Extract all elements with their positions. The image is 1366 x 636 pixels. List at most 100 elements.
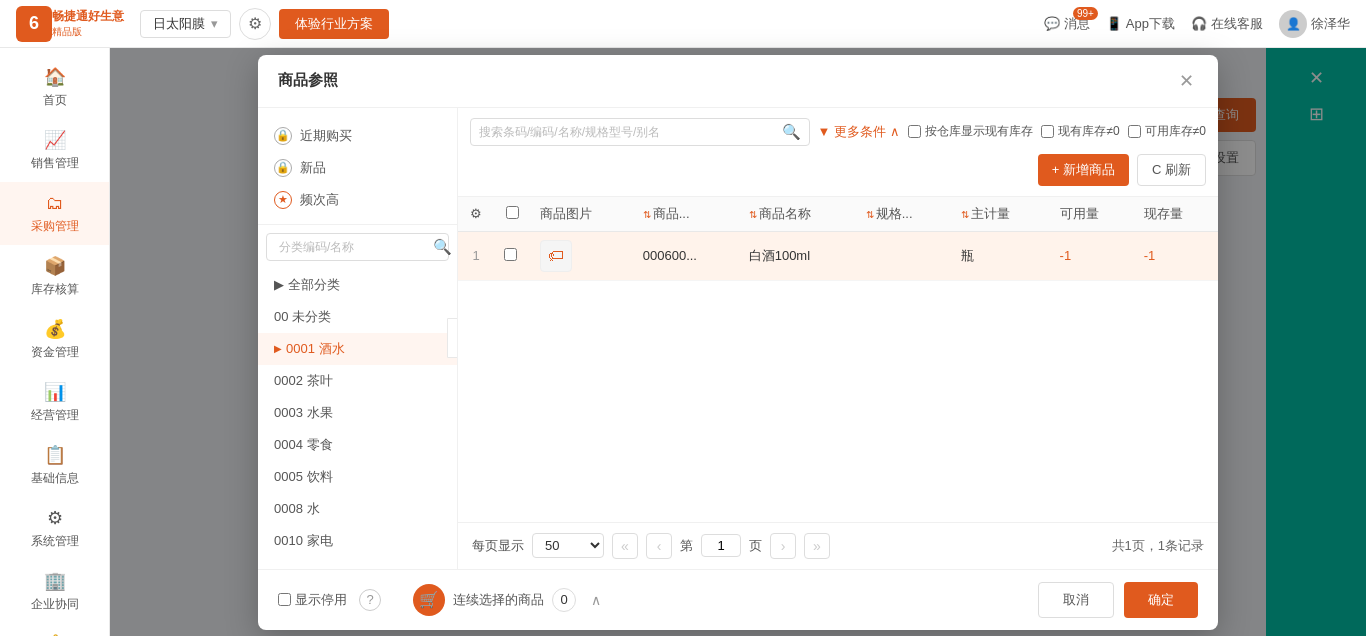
confirm-button[interactable]: 确定 [1124, 582, 1198, 618]
sidebar-item-operation[interactable]: 📊 经营管理 [0, 371, 109, 434]
category-appliances[interactable]: 0010 家电 [258, 525, 457, 557]
app-download-item[interactable]: 📱 App下载 [1106, 15, 1175, 33]
category-arrow-icon: ▶ [274, 343, 282, 354]
sidebar-item-sales[interactable]: 📈 销售管理 [0, 119, 109, 182]
th-image: 商品图片 [530, 197, 633, 232]
check-by-warehouse[interactable]: 按仓库显示现有库存 [908, 123, 1033, 140]
operation-icon: 📊 [44, 381, 66, 403]
product-search-box[interactable]: 🔍 [470, 118, 810, 146]
category-liquor[interactable]: ▶ 0001 酒水 [258, 333, 457, 365]
sidebar-item-purchase[interactable]: 🗂 采购管理 [0, 182, 109, 245]
sidebar-item-system[interactable]: ⚙ 系统管理 [0, 497, 109, 560]
row-available: -1 [1050, 231, 1134, 280]
navbar-right: 💬 消息 99+ 📱 App下载 🎧 在线客服 👤 徐泽华 [1044, 10, 1350, 38]
online-service-item[interactable]: 🎧 在线客服 [1191, 15, 1263, 33]
sidebar-item-home[interactable]: 🏠 首页 [0, 56, 109, 119]
help-icon[interactable]: ? [359, 589, 381, 611]
inventory-icon: 📦 [44, 255, 66, 277]
th-available[interactable]: 可用量 [1050, 197, 1134, 232]
sidebar-item-finance[interactable]: 💰 资金管理 [0, 308, 109, 371]
sidebar-item-guide[interactable]: 🔔 新手引导 [0, 623, 109, 636]
message-icon: 💬 [1044, 16, 1060, 31]
message-item[interactable]: 💬 消息 99+ [1044, 15, 1090, 33]
logo-icon: 6 [16, 6, 52, 42]
cart-label: 连续选择的商品 [453, 591, 544, 609]
th-settings[interactable]: ⚙ [458, 197, 494, 232]
check-usable-stock-input[interactable] [1128, 125, 1141, 138]
category-expand-icon: ▶ [274, 277, 284, 292]
row-image: 🏷 [530, 231, 633, 280]
next-page-button[interactable]: › [770, 533, 796, 559]
user-item[interactable]: 👤 徐泽华 [1279, 10, 1350, 38]
page-size-select[interactable]: 50 100 200 [532, 533, 604, 558]
product-search-input[interactable] [479, 125, 778, 139]
check-available-stock[interactable]: 现有库存≠0 [1041, 123, 1119, 140]
sidebar-item-basics[interactable]: 📋 基础信息 [0, 434, 109, 497]
modal-overlay: 商品参照 ✕ 🔒 近期购买 🔒 [110, 48, 1366, 636]
th-unit[interactable]: ⇅主计量 [951, 197, 1049, 232]
th-spec[interactable]: ⇅规格... [856, 197, 951, 232]
category-unclassified[interactable]: 00 未分类 [258, 301, 457, 333]
show-disabled-label[interactable]: 显示停用 [278, 591, 347, 609]
row-checkbox[interactable] [494, 231, 530, 280]
quick-filter-new[interactable]: 🔒 新品 [258, 152, 457, 184]
category-fruit[interactable]: 0003 水果 [258, 397, 457, 429]
category-tea[interactable]: 0002 茶叶 [258, 365, 457, 397]
product-table-wrap: ⚙ 商品图片 ⇅商品... ⇅商品名称 ⇅规格... ⇅主计量 可用量 现存量 [458, 197, 1218, 522]
chevron-down-icon: ▾ [211, 16, 218, 31]
th-code[interactable]: ⇅商品... [633, 197, 739, 232]
trial-button[interactable]: 体验行业方案 [279, 9, 389, 39]
table-row[interactable]: 1 🏷 000600... 白酒100ml [458, 231, 1218, 280]
category-snack[interactable]: 0004 零食 [258, 429, 457, 461]
cancel-button[interactable]: 取消 [1038, 582, 1114, 618]
row-name: 白酒100ml [739, 231, 856, 280]
download-icon: 📱 [1106, 16, 1122, 31]
settings-icon[interactable]: ⚙ [239, 8, 271, 40]
th-name[interactable]: ⇅商品名称 [739, 197, 856, 232]
category-list: ▶ 全部分类 00 未分类 ▶ 0001 酒水 0002 茶 [258, 265, 457, 561]
product-search-icon[interactable]: 🔍 [782, 123, 801, 141]
show-disabled-checkbox[interactable] [278, 593, 291, 606]
store-selector[interactable]: 日太阳膜 ▾ [140, 10, 231, 38]
page-size-label: 每页显示 [472, 537, 524, 555]
refresh-button[interactable]: C 刷新 [1137, 154, 1206, 186]
category-search-icon[interactable]: 🔍 [433, 238, 452, 256]
pagination-info: 共1页，1条记录 [1112, 537, 1204, 555]
prev-page-button[interactable]: ‹ [646, 533, 672, 559]
row-select-checkbox[interactable] [504, 248, 517, 261]
category-all[interactable]: ▶ 全部分类 [258, 269, 457, 301]
check-available-stock-input[interactable] [1041, 125, 1054, 138]
modal-footer: 显示停用 ? 🛒 连续选择的商品 0 ∧ 取消 确定 [258, 569, 1218, 630]
message-badge: 99+ [1073, 7, 1098, 20]
basics-icon: 📋 [44, 444, 66, 466]
sidebar-item-enterprise[interactable]: 🏢 企业协同 [0, 560, 109, 623]
collapse-left-panel-button[interactable]: 《 [447, 318, 458, 358]
category-water[interactable]: 0008 水 [258, 493, 457, 525]
select-all-checkbox[interactable] [506, 206, 519, 219]
category-drinks[interactable]: 0005 饮料 [258, 461, 457, 493]
navbar: 6 畅捷通好生意 精品版 日太阳膜 ▾ ⚙ 体验行业方案 💬 消息 99+ 📱 … [0, 0, 1366, 48]
quick-filter-recent[interactable]: 🔒 近期购买 [258, 120, 457, 152]
more-filter-button[interactable]: ▼ 更多条件 ∧ [818, 123, 901, 141]
page-suffix: 页 [749, 537, 762, 555]
first-page-button[interactable]: « [612, 533, 638, 559]
quick-filter-frequent[interactable]: ★ 频次高 [258, 184, 457, 216]
check-by-warehouse-input[interactable] [908, 125, 921, 138]
page-number-input[interactable] [701, 534, 741, 557]
purchase-icon: 🗂 [44, 192, 66, 214]
modal-close-button[interactable]: ✕ [1174, 69, 1198, 93]
filter-conditions: 按仓库显示现有库存 现有库存≠0 可用库存≠0 [908, 123, 1206, 140]
sidebar-item-inventory[interactable]: 📦 库存核算 [0, 245, 109, 308]
row-code: 000600... [633, 231, 739, 280]
category-search-box[interactable]: 🔍 [266, 233, 449, 261]
th-checkbox[interactable] [494, 197, 530, 232]
system-icon: ⚙ [44, 507, 66, 529]
new-product-button[interactable]: + 新增商品 [1038, 154, 1129, 186]
cart-collapse-button[interactable]: ∧ [584, 588, 608, 612]
row-stock: -1 [1134, 231, 1218, 280]
last-page-button[interactable]: » [804, 533, 830, 559]
check-usable-stock[interactable]: 可用库存≠0 [1128, 123, 1206, 140]
page-label: 第 [680, 537, 693, 555]
enterprise-icon: 🏢 [44, 570, 66, 592]
category-search-input[interactable] [279, 240, 429, 254]
